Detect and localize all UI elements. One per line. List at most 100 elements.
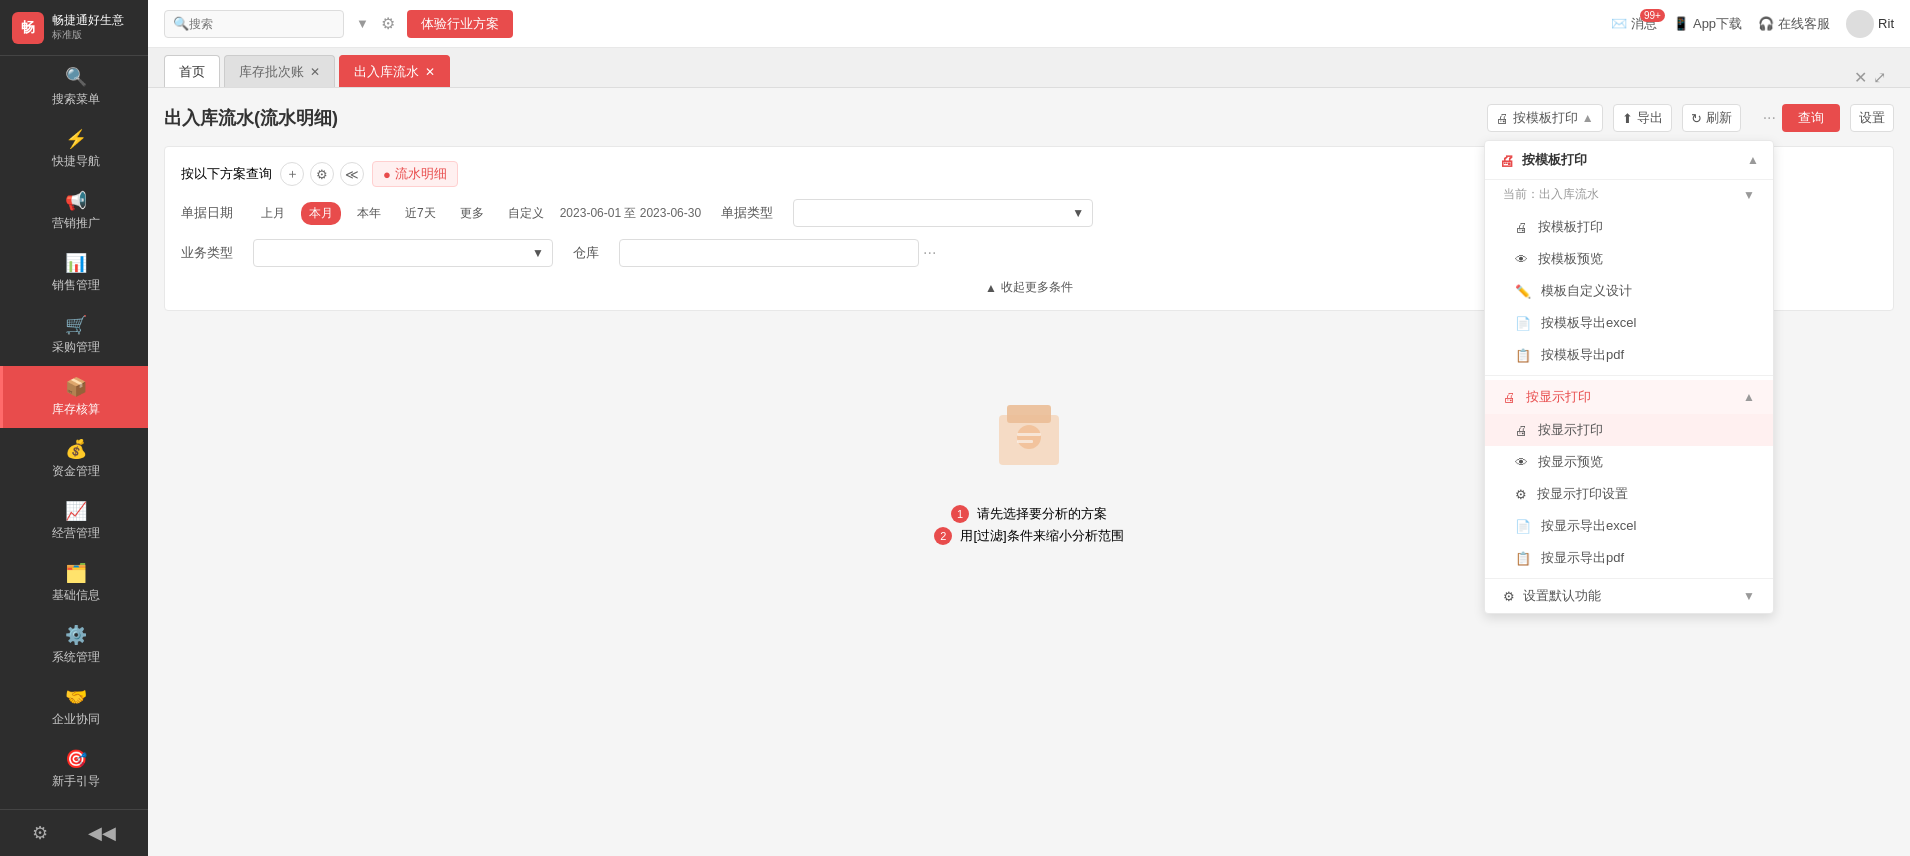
export-btn[interactable]: ⬆ 导出 (1613, 104, 1672, 132)
template-custom-item[interactable]: ✏️ 模板自定义设计 (1485, 275, 1773, 307)
filter-collapse-icon[interactable]: ≪ (340, 162, 364, 186)
display-settings-icon: ⚙ (1515, 487, 1527, 502)
doc-type-arrow-icon: ▼ (1072, 206, 1084, 220)
search-label: 搜索菜单 (52, 91, 100, 108)
dropdown-print-icon: 🖨 (1499, 152, 1514, 169)
sidebar-item-sales[interactable]: 📊 销售管理 (0, 242, 148, 304)
inventory-label: 库存核算 (52, 401, 100, 418)
date-this-month-btn[interactable]: 本月 (301, 202, 341, 225)
sidebar-item-inventory[interactable]: 📦 库存核算 (0, 366, 148, 428)
message-badge: 99+ (1640, 9, 1665, 22)
dropdown-footer[interactable]: ⚙ 设置默认功能 ▼ (1485, 578, 1773, 613)
app-download-btn[interactable]: 📱 App下载 (1673, 15, 1742, 33)
template-preview-item[interactable]: 👁 按模板预览 (1485, 243, 1773, 275)
display-section-arrow[interactable]: ▲ (1743, 390, 1755, 404)
tabs-bar: 首页 库存批次账 ✕ 出入库流水 ✕ ✕ ⤢ (148, 48, 1910, 88)
logo-title: 畅捷通好生意 (52, 13, 124, 29)
topbar-gear-icon[interactable]: ⚙ (381, 14, 395, 33)
step1-text: 请先选择要分析的方案 (977, 505, 1107, 523)
main-area: 🔍 ▼ ⚙ 体验行业方案 ✉️ 消息 99+ 📱 App下载 🎧 在线客服 Ri… (148, 0, 1910, 856)
settings-btn[interactable]: 设置 (1850, 104, 1894, 132)
sidebar-item-search[interactable]: 🔍 搜索菜单 (0, 56, 148, 118)
dropdown-collapse-icon[interactable]: ▲ (1747, 153, 1759, 167)
tab-batch[interactable]: 库存批次账 ✕ (224, 55, 335, 87)
tab-batch-close-icon[interactable]: ✕ (310, 65, 320, 79)
add-filter-btn[interactable]: ＋ (280, 162, 304, 186)
industry-btn[interactable]: 体验行业方案 (407, 10, 513, 38)
dots-icon[interactable]: ··· (1763, 109, 1776, 127)
sidebar-item-basic[interactable]: 🗂️ 基础信息 (0, 552, 148, 614)
page-actions: 🖨 按模板打印 ▲ ⬆ 导出 ↻ 刷新 🖨 (1487, 104, 1894, 132)
sidebar-item-guide[interactable]: 🎯 新手引导 (0, 738, 148, 800)
dropdown-current-label: 当前：出入库流水 (1503, 186, 1599, 203)
dropdown-header: 🖨 按模板打印 ▲ (1485, 141, 1773, 180)
search-arrow-icon[interactable]: ▼ (356, 16, 369, 31)
doc-type-select[interactable]: ▼ (793, 199, 1093, 227)
display-settings-label: 按显示打印设置 (1537, 485, 1628, 503)
sidebar-item-system[interactable]: ⚙️ 系统管理 (0, 614, 148, 676)
date-custom-btn[interactable]: 自定义 (500, 202, 552, 225)
sidebar-item-collab[interactable]: 🤝 企业协同 (0, 676, 148, 738)
search-box[interactable]: 🔍 (164, 10, 344, 38)
maximize-icon[interactable]: ⤢ (1873, 68, 1886, 87)
warehouse-select[interactable] (619, 239, 919, 267)
flow-detail-tag[interactable]: ● 流水明细 (372, 161, 458, 187)
footer-arrow-icon[interactable]: ▼ (1743, 589, 1755, 603)
footer-settings-icon: ⚙ (1503, 589, 1515, 604)
biz-type-select[interactable]: ▼ (253, 239, 553, 267)
quick-nav-label: 快捷导航 (52, 153, 100, 170)
display-print-item[interactable]: 🖨 按显示打印 (1485, 414, 1773, 446)
page-header: 出入库流水(流水明细) 🖨 按模板打印 ▲ ⬆ 导出 ↻ 刷新 (164, 104, 1894, 132)
collapse-label: 收起更多条件 (1001, 279, 1073, 296)
refresh-btn[interactable]: ↻ 刷新 (1682, 104, 1741, 132)
display-section-label: 按显示打印 (1526, 388, 1591, 406)
sidebar-item-operation[interactable]: 📈 经营管理 (0, 490, 148, 552)
settings-icon[interactable]: ⚙ (32, 822, 48, 844)
query-btn[interactable]: 查询 (1782, 104, 1840, 132)
display-pdf-item[interactable]: 📋 按显示导出pdf (1485, 542, 1773, 574)
topbar: 🔍 ▼ ⚙ 体验行业方案 ✉️ 消息 99+ 📱 App下载 🎧 在线客服 Ri… (148, 0, 1910, 48)
print-arrow-icon[interactable]: ▲ (1582, 111, 1594, 125)
dropdown-footer-label: 设置默认功能 (1523, 587, 1601, 605)
app-download-label: App下载 (1693, 15, 1742, 33)
quick-nav-icon: ⚡ (65, 128, 87, 150)
logo-sub: 标准版 (52, 28, 124, 42)
search-icon: 🔍 (173, 16, 189, 31)
window-close-icon[interactable]: ✕ (1854, 68, 1867, 87)
message-btn[interactable]: ✉️ 消息 99+ (1611, 15, 1657, 33)
tab-home[interactable]: 首页 (164, 55, 220, 87)
collapse-icon[interactable]: ◀◀ (88, 822, 116, 844)
display-excel-item[interactable]: 📄 按显示导出excel (1485, 510, 1773, 542)
date-7days-btn[interactable]: 近7天 (397, 202, 444, 225)
display-section-header[interactable]: 🖨 按显示打印 ▲ (1485, 380, 1773, 414)
user-avatar[interactable]: Rit (1846, 10, 1894, 38)
biz-type-arrow-icon: ▼ (532, 246, 544, 260)
warehouse-dots-icon[interactable]: ··· (923, 244, 936, 262)
date-more-btn[interactable]: 更多 (452, 202, 492, 225)
sidebar-item-apps[interactable]: 🔧 应用中心 (0, 800, 148, 809)
sidebar-nav: 🔍 搜索菜单 ⚡ 快捷导航 📢 营销推广 📊 销售管理 🛒 采购管理 📦 库存核… (0, 56, 148, 809)
print-template-btn[interactable]: 🖨 按模板打印 ▲ (1487, 104, 1603, 132)
online-service-btn[interactable]: 🎧 在线客服 (1758, 15, 1830, 33)
template-excel-item[interactable]: 📄 按模板导出excel (1485, 307, 1773, 339)
sidebar-item-purchase[interactable]: 🛒 采购管理 (0, 304, 148, 366)
tab-flow[interactable]: 出入库流水 ✕ (339, 55, 450, 87)
display-settings-item[interactable]: ⚙ 按显示打印设置 (1485, 478, 1773, 510)
tab-flow-close-icon[interactable]: ✕ (425, 65, 435, 79)
display-preview-item[interactable]: 👁 按显示预览 (1485, 446, 1773, 478)
sidebar-item-marketing[interactable]: 📢 营销推广 (0, 180, 148, 242)
template-print-item[interactable]: 🖨 按模板打印 (1485, 211, 1773, 243)
date-this-year-btn[interactable]: 本年 (349, 202, 389, 225)
template-pdf-item[interactable]: 📋 按模板导出pdf (1485, 339, 1773, 371)
dropdown-current-arrow[interactable]: ▼ (1743, 188, 1755, 202)
display-pdf-icon: 📋 (1515, 551, 1531, 566)
sidebar-logo: 畅 畅捷通好生意 标准版 (0, 0, 148, 56)
app-icon: 📱 (1673, 16, 1689, 31)
sidebar-item-quick-nav[interactable]: ⚡ 快捷导航 (0, 118, 148, 180)
sidebar-item-finance[interactable]: 💰 资金管理 (0, 428, 148, 490)
filter-settings-icon[interactable]: ⚙ (310, 162, 334, 186)
template-preview-icon: 👁 (1515, 252, 1528, 267)
date-last-month-btn[interactable]: 上月 (253, 202, 293, 225)
export-label: 导出 (1637, 109, 1663, 127)
search-input[interactable] (189, 17, 309, 31)
